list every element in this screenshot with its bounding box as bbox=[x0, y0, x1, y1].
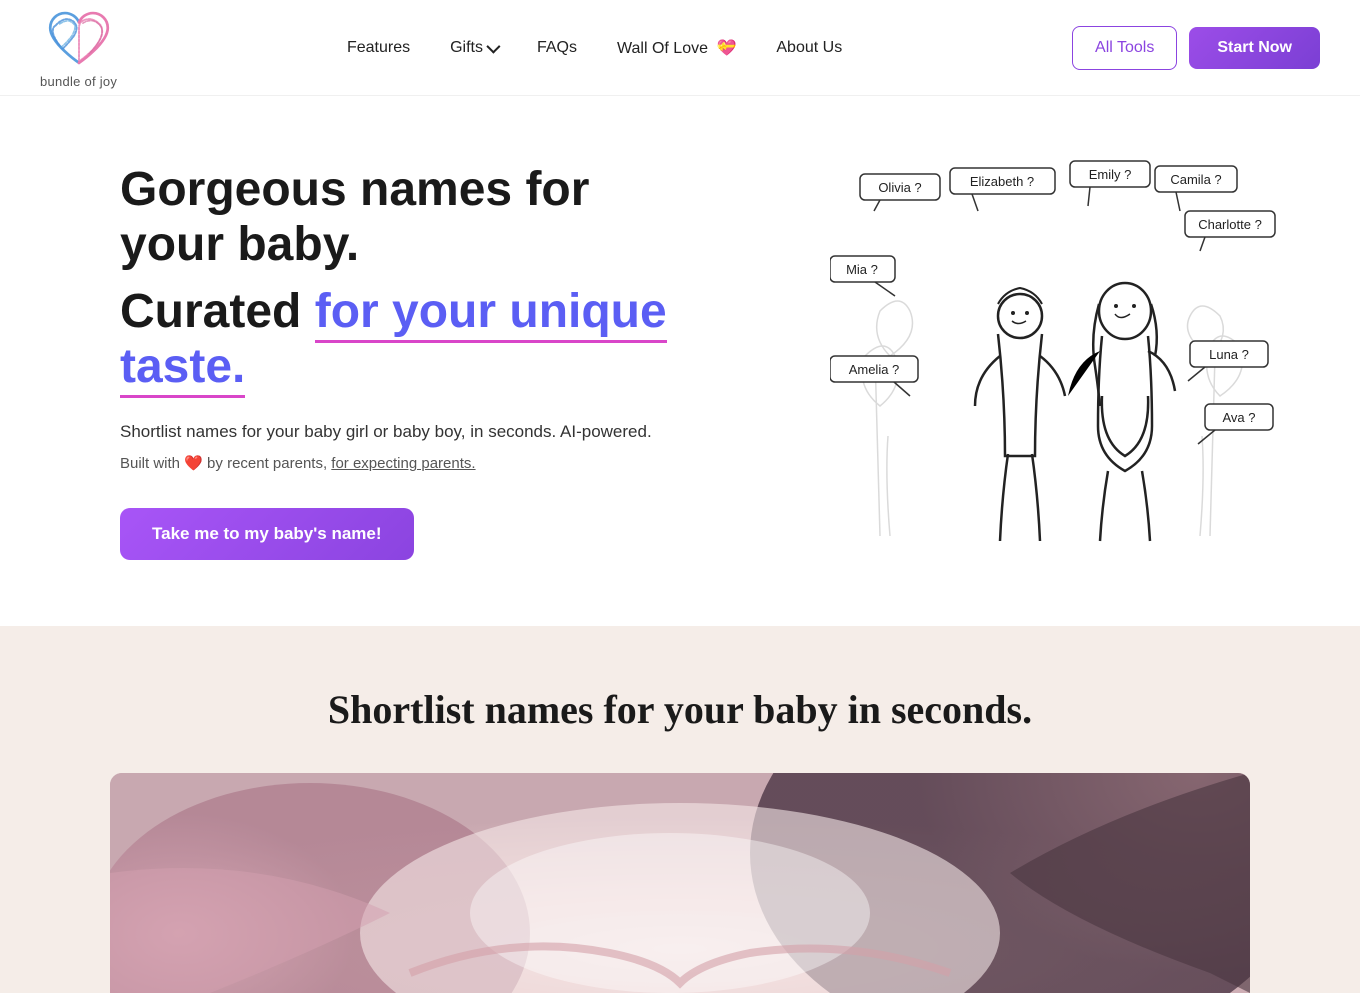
pregnancy-photo bbox=[110, 773, 1250, 993]
nav-item-about-us[interactable]: About Us bbox=[776, 39, 842, 57]
hero-built-text: Built with ❤️ by recent parents, for exp… bbox=[120, 454, 700, 472]
svg-text:Mia ?: Mia ? bbox=[846, 262, 878, 277]
hero-headline-1: Gorgeous names for your baby. bbox=[120, 162, 700, 272]
headline-prefix: Curated bbox=[120, 285, 315, 338]
nav-item-gifts[interactable]: Gifts bbox=[450, 39, 497, 57]
logo-label: bundle of joy bbox=[40, 74, 117, 89]
nav-link-faqs[interactable]: FAQs bbox=[537, 39, 577, 56]
svg-text:Charlotte ?: Charlotte ? bbox=[1198, 217, 1262, 232]
svg-text:Olivia ?: Olivia ? bbox=[878, 180, 921, 195]
photo-inner bbox=[110, 773, 1250, 993]
nav-item-features[interactable]: Features bbox=[347, 39, 410, 57]
svg-text:Luna ?: Luna ? bbox=[1209, 347, 1249, 362]
svg-text:Amelia ?: Amelia ? bbox=[849, 362, 900, 377]
chevron-down-icon bbox=[486, 39, 500, 53]
all-tools-button[interactable]: All Tools bbox=[1072, 26, 1177, 70]
nav-links: Features Gifts FAQs Wall Of Love 💝 About… bbox=[347, 38, 842, 58]
hero-illustration: Olivia ? Elizabeth ? Emily ? Camila ? Ch… bbox=[830, 156, 1280, 566]
section-shortlist: Shortlist names for your baby in seconds… bbox=[0, 626, 1360, 993]
section-shortlist-headline: Shortlist names for your baby in seconds… bbox=[40, 686, 1320, 733]
nav-link-gifts[interactable]: Gifts bbox=[450, 39, 497, 57]
hero-section: Gorgeous names for your baby. Curated fo… bbox=[0, 96, 1360, 626]
heart-emoji: ❤️ bbox=[184, 455, 203, 472]
hero-subtext: Shortlist names for your baby girl or ba… bbox=[120, 422, 700, 442]
hero-headline-2: Curated for your unique taste. bbox=[120, 284, 700, 394]
start-now-button[interactable]: Start Now bbox=[1189, 27, 1320, 69]
svg-text:Emily ?: Emily ? bbox=[1089, 167, 1132, 182]
cta-button[interactable]: Take me to my baby's name! bbox=[120, 508, 414, 560]
svg-text:Ava ?: Ava ? bbox=[1222, 410, 1255, 425]
logo-heart-icon bbox=[44, 7, 114, 72]
hero-content: Gorgeous names for your baby. Curated fo… bbox=[120, 162, 700, 561]
nav-item-faqs[interactable]: FAQs bbox=[537, 39, 577, 57]
nav-actions: All Tools Start Now bbox=[1072, 26, 1320, 70]
navbar: bundle of joy Features Gifts FAQs Wall O… bbox=[0, 0, 1360, 96]
svg-text:Elizabeth ?: Elizabeth ? bbox=[970, 174, 1034, 189]
hero-illustration-area: Olivia ? Elizabeth ? Emily ? Camila ? Ch… bbox=[830, 156, 1280, 566]
svg-text:Camila ?: Camila ? bbox=[1170, 172, 1221, 187]
nav-link-features[interactable]: Features bbox=[347, 39, 410, 56]
expecting-parents-link[interactable]: for expecting parents. bbox=[331, 455, 475, 472]
nav-link-wall-of-love[interactable]: Wall Of Love 💝 bbox=[617, 40, 736, 57]
nav-link-about-us[interactable]: About Us bbox=[776, 39, 842, 56]
wall-of-love-emoji: 💝 bbox=[716, 40, 736, 57]
nav-item-wall-of-love[interactable]: Wall Of Love 💝 bbox=[617, 38, 736, 58]
logo[interactable]: bundle of joy bbox=[40, 7, 117, 89]
photo-svg bbox=[110, 773, 1250, 993]
